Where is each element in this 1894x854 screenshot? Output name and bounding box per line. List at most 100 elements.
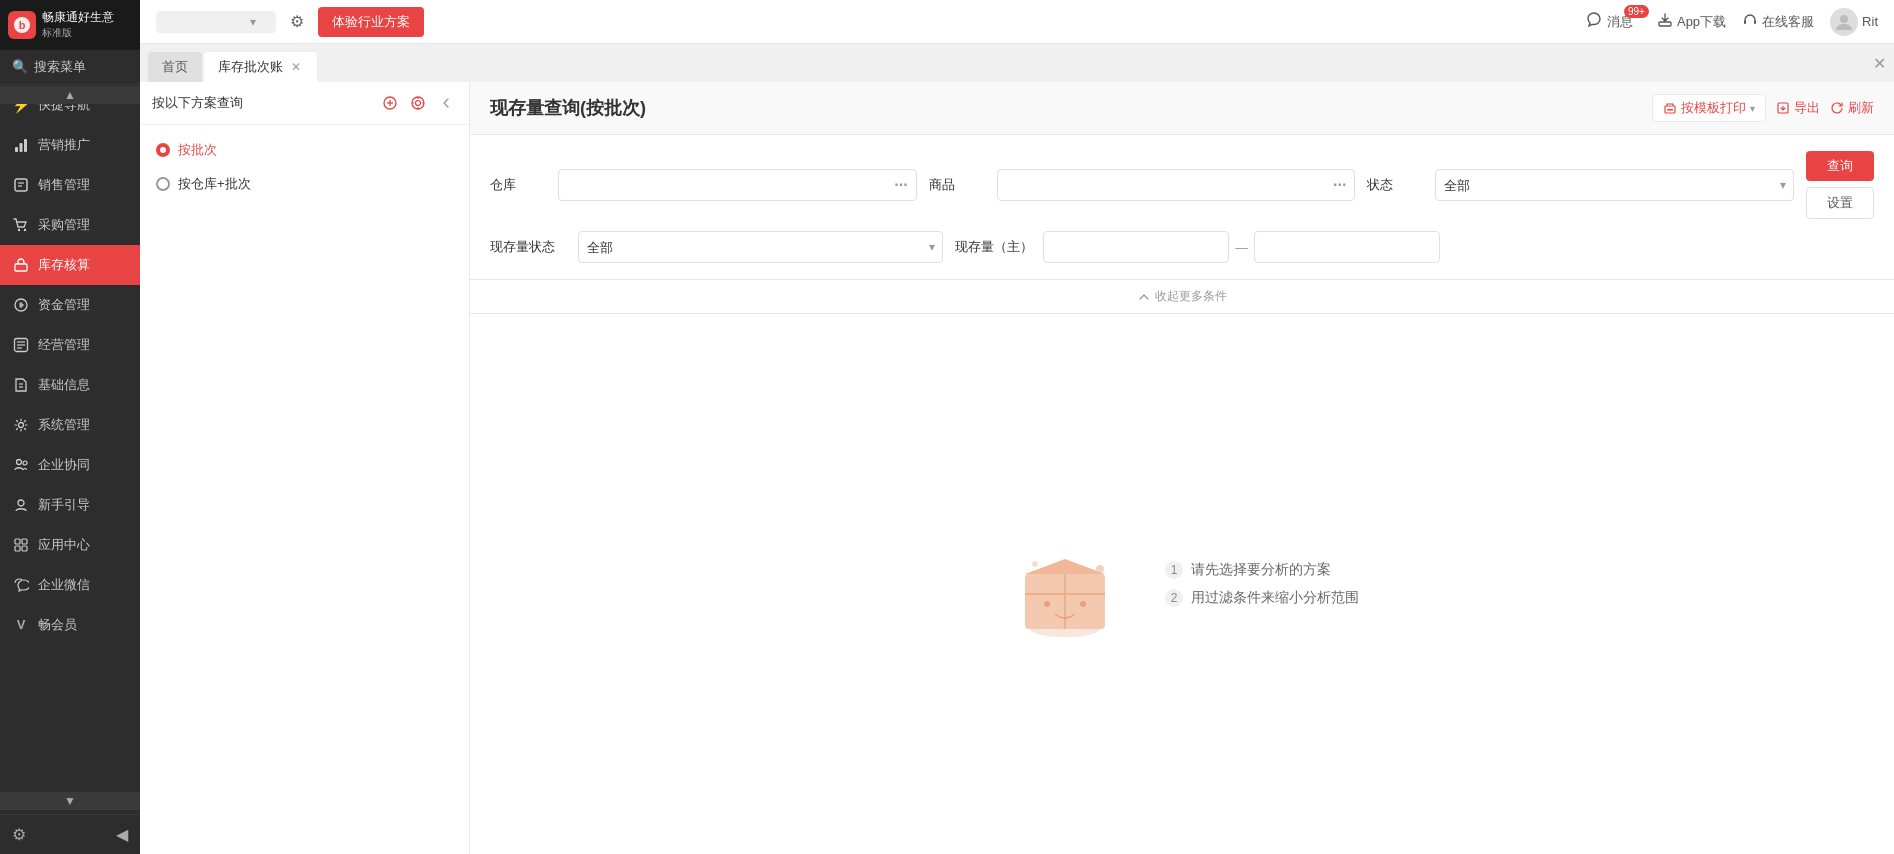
sidebar-settings-icon[interactable]: ⚙ (12, 825, 26, 844)
topbar-search-input[interactable] (164, 15, 244, 29)
status-select[interactable]: 全部 正常 告警 (1435, 169, 1794, 201)
sidebar-item-finance[interactable]: 资金管理 (0, 285, 140, 325)
app-download-btn[interactable]: App下载 (1657, 12, 1726, 31)
sidebar-footer: ⚙ ◀ (0, 814, 140, 854)
inventory-icon (12, 256, 30, 274)
topbar-chevron-icon[interactable]: ▾ (250, 15, 256, 29)
finance-icon (12, 296, 30, 314)
sidebar-scroll-down[interactable]: ▼ (0, 792, 140, 810)
topbar-gear-icon[interactable]: ⚙ (286, 8, 308, 35)
product-dots-menu[interactable]: ··· (1333, 176, 1346, 194)
tabs-bar: 首页 库存批次账 ✕ ✕ (140, 44, 1894, 82)
query-btn[interactable]: 查询 (1806, 151, 1874, 181)
search-icon: 🔍 (12, 59, 28, 74)
sidebar-toggle-icon[interactable]: ◀ (116, 825, 128, 844)
action-buttons: 查询 设置 (1806, 151, 1874, 219)
app-download-label: App下载 (1677, 13, 1726, 31)
tip-num-2: 2 (1165, 589, 1183, 607)
tab-inventory-batch[interactable]: 库存批次账 ✕ (204, 52, 317, 82)
svg-rect-25 (22, 546, 27, 551)
operations-icon (12, 336, 30, 354)
filter-item-product: 商品 ··· (929, 169, 1356, 201)
refresh-btn[interactable]: 刷新 (1830, 99, 1874, 117)
scheme-item-batch[interactable]: 按批次 (140, 133, 469, 167)
tab-inventory-batch-label: 库存批次账 (218, 58, 283, 76)
svg-point-29 (1840, 15, 1848, 23)
newbie-icon (12, 496, 30, 514)
tab-panel-close-icon[interactable]: ✕ (1873, 54, 1886, 73)
sidebar-item-enterprise-wechat[interactable]: 企业微信 (0, 565, 140, 605)
sales-icon (12, 176, 30, 194)
collapse-btn[interactable]: 收起更多条件 (1137, 288, 1227, 305)
stock-amount-label: 现存量（主） (955, 238, 1035, 256)
left-panel-header: 按以下方案查询 (140, 82, 469, 125)
topbar-search-area: ▾ (156, 11, 276, 33)
online-service-label: 在线客服 (1762, 13, 1814, 31)
scheme-item-warehouse-batch[interactable]: 按仓库+批次 (140, 167, 469, 201)
left-panel-title: 按以下方案查询 (152, 94, 371, 112)
page-header: 现存量查询(按批次) 按模板打印 ▾ 导出 刷新 (470, 82, 1894, 135)
sidebar-item-inventory[interactable]: 库存核算 (0, 245, 140, 285)
sidebar-search[interactable]: 🔍 搜索菜单 (0, 50, 140, 85)
svg-rect-26 (1659, 22, 1671, 26)
enterprise-wechat-icon (12, 576, 30, 594)
experience-btn[interactable]: 体验行业方案 (318, 7, 424, 37)
tip-num-1: 1 (1165, 561, 1183, 579)
product-input-wrapper[interactable]: ··· (997, 169, 1356, 201)
message-btn[interactable]: 消息 99+ (1585, 11, 1641, 32)
sidebar-item-purchase[interactable]: 采购管理 (0, 205, 140, 245)
tab-close-icon[interactable]: ✕ (289, 59, 303, 75)
stock-amount-max[interactable] (1254, 231, 1440, 263)
print-btn[interactable]: 按模板打印 ▾ (1652, 94, 1766, 122)
status-select-wrapper: 全部 正常 告警 ▾ (1435, 169, 1794, 201)
warehouse-input-wrapper[interactable]: ··· (558, 169, 917, 201)
print-chevron-icon: ▾ (1750, 103, 1755, 114)
settings-btn[interactable]: 设置 (1806, 187, 1874, 219)
sidebar-item-app-center[interactable]: 应用中心 (0, 525, 140, 565)
sidebar-item-system[interactable]: 系统管理 (0, 405, 140, 445)
manage-scheme-btn[interactable] (407, 92, 429, 114)
sidebar-item-label: 畅会员 (38, 616, 77, 634)
stock-status-select[interactable]: 全部 正常 告警 (578, 231, 943, 263)
sidebar-item-enterprise[interactable]: 企业协同 (0, 445, 140, 485)
stock-amount-range: — (1043, 231, 1440, 263)
left-panel: 按以下方案查询 按批次 (140, 82, 470, 854)
sidebar-item-sales[interactable]: 销售管理 (0, 165, 140, 205)
export-btn[interactable]: 导出 (1776, 99, 1820, 117)
svg-rect-10 (15, 264, 27, 271)
sidebar-item-marketing[interactable]: 营销推广 (0, 125, 140, 165)
sidebar-item-label: 资金管理 (38, 296, 90, 314)
svg-point-9 (24, 228, 26, 230)
system-icon (12, 416, 30, 434)
filter-row-2: 现存量状态 全部 正常 告警 ▾ 现存量（主） (490, 231, 1874, 263)
app-version: 标准版 (42, 26, 114, 40)
refresh-btn-label: 刷新 (1848, 99, 1874, 117)
svg-rect-2 (15, 147, 18, 152)
message-badge: 99+ (1624, 5, 1649, 18)
sidebar-item-basic-info[interactable]: 基础信息 (0, 365, 140, 405)
stock-status-label: 现存量状态 (490, 238, 570, 256)
stock-amount-min[interactable] (1043, 231, 1229, 263)
basic-info-icon (12, 376, 30, 394)
sidebar-item-newbie[interactable]: 新手引导 (0, 485, 140, 525)
export-btn-label: 导出 (1794, 99, 1820, 117)
collapse-left-panel-btn[interactable] (435, 92, 457, 114)
sidebar-scroll-up[interactable]: ▲ (0, 86, 140, 104)
svg-point-8 (18, 228, 20, 230)
left-panel-body: 按批次 按仓库+批次 (140, 125, 469, 854)
online-service-btn[interactable]: 在线客服 (1742, 12, 1814, 31)
svg-text:b: b (19, 19, 26, 31)
add-scheme-btn[interactable] (379, 92, 401, 114)
warehouse-dots-menu[interactable]: ··· (894, 176, 907, 194)
tab-home[interactable]: 首页 (148, 52, 202, 82)
sidebar: b 畅康通好生意 标准版 ▲ 🔍 搜索菜单 ⚡ 快捷导航 营销推广 销售管理 (0, 0, 140, 854)
sidebar-item-vip[interactable]: V 畅会员 (0, 605, 140, 645)
user-area[interactable]: Rit (1830, 8, 1878, 36)
empty-state: 1 请先选择要分析的方案 2 用过滤条件来缩小分析范围 (470, 314, 1894, 854)
app-name: 畅康通好生意 (42, 10, 114, 26)
vip-icon: V (12, 616, 30, 634)
svg-point-50 (1032, 561, 1038, 567)
tip-text-1: 请先选择要分析的方案 (1191, 561, 1331, 579)
product-label: 商品 (929, 176, 989, 194)
sidebar-item-operations[interactable]: 经营管理 (0, 325, 140, 365)
